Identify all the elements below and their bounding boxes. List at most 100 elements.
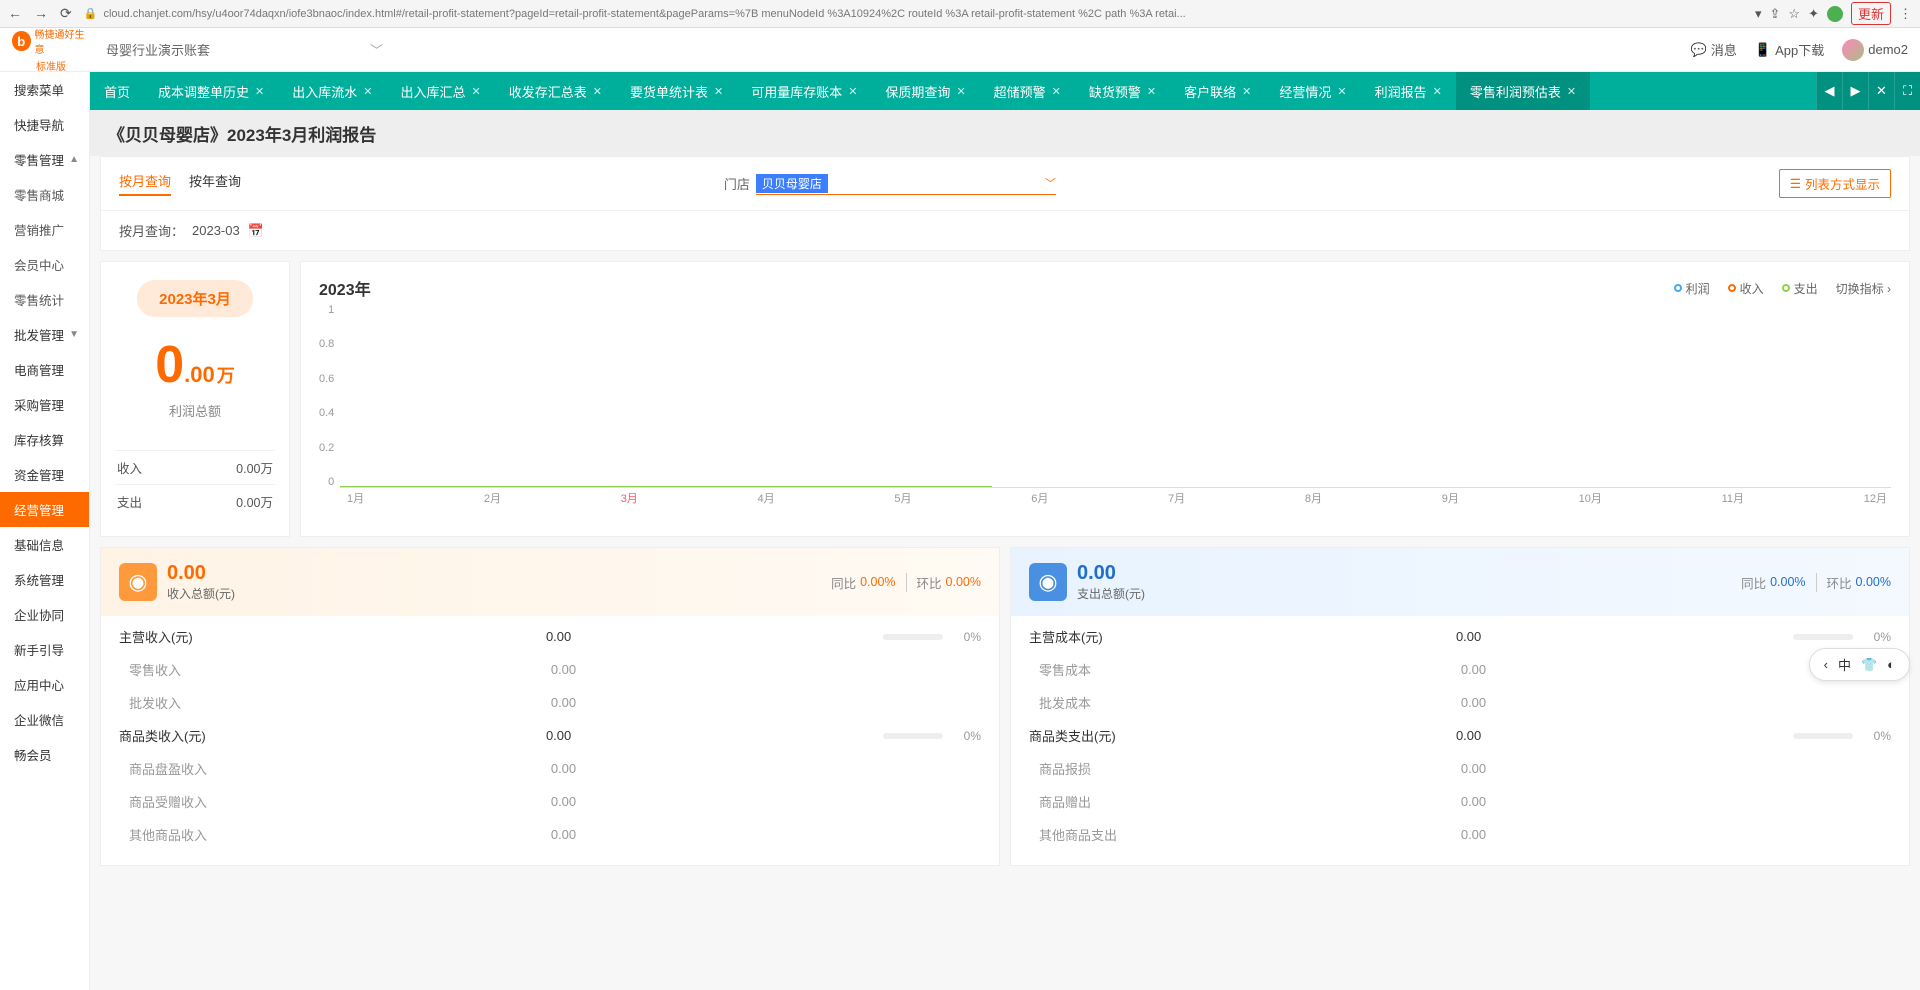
robot-icon[interactable]: ◐ [1887,657,1895,672]
sidebar-item[interactable]: 企业协同 [0,597,89,632]
close-icon[interactable]: ✕ [1147,85,1156,98]
update-button[interactable]: 更新 [1851,2,1891,25]
close-icon[interactable]: ✕ [1052,85,1061,98]
sidebar-item[interactable]: 经营管理 [0,492,89,527]
sidebar-item[interactable]: 会员中心 [0,247,89,282]
tabs-expand-button[interactable]: ⛶ [1894,72,1920,110]
phone-icon: 📱 [1755,42,1771,58]
profit-label: 利润总额 [169,401,221,420]
close-icon[interactable]: ✕ [1567,85,1576,98]
income-label: 收入总额(元) [167,585,235,602]
sidebar-item[interactable]: 零售管理▲ [0,142,89,177]
legend-income[interactable]: 收入 [1728,280,1764,297]
income-amount: 0.00 [167,562,235,585]
url-bar[interactable]: cloud.chanjet.com/hsy/u4oor74daqxn/iofe3… [103,8,1755,20]
legend-profit[interactable]: 利润 [1674,280,1710,297]
float-toolbar[interactable]: ‹ 中 👕 ◐ [1809,648,1910,681]
lang-button[interactable]: 中 [1838,655,1851,674]
sidebar-item[interactable]: 批发管理▼ [0,317,89,352]
download-button[interactable]: 📱App下载 [1755,40,1824,59]
close-icon[interactable]: ✕ [363,85,372,98]
list-view-button[interactable]: ☰ 列表方式显示 [1779,169,1891,198]
tab[interactable]: 零售利润预估表✕ [1456,72,1590,110]
tab[interactable]: 保质期查询✕ [871,72,979,110]
share-icon[interactable]: ⇪ [1770,6,1781,22]
tab[interactable]: 成本调整单历史✕ [144,72,278,110]
store-select[interactable]: 门店 贝贝母婴店 ﹀ [724,173,1056,195]
sidebar-item[interactable]: 搜索菜单 [0,72,89,107]
tabs-close-button[interactable]: ✕ [1868,72,1894,110]
tab[interactable]: 利润报告✕ [1361,72,1456,110]
income-yoy: 同比0.00% [831,573,895,592]
shirt-icon[interactable]: 👕 [1861,657,1877,673]
expense-yoy: 同比0.00% [1741,573,1805,592]
detail-row: 零售成本0.00 [1029,653,1891,686]
message-button[interactable]: 💬消息 [1691,40,1737,59]
filter-card: 按月查询 按年查询 门店 贝贝母婴店 ﹀ ☰ 列表方式显示 按月查询： 202 [100,156,1910,251]
sidebar-item[interactable]: 资金管理 [0,457,89,492]
calendar-icon[interactable]: 📅 [248,223,264,239]
query-tabs: 按月查询 按年查询 [119,171,241,196]
tab[interactable]: 经营情况✕ [1265,72,1360,110]
close-icon[interactable]: ✕ [1337,85,1346,98]
sidebar-item[interactable]: 快捷导航 [0,107,89,142]
tabs-bar: 首页成本调整单历史✕出入库流水✕出入库汇总✕收发存汇总表✕要货单统计表✕可用量库… [90,72,1920,110]
nav-back-icon[interactable]: ← [8,5,22,22]
sidebar-item[interactable]: 企业微信 [0,702,89,737]
sidebar-item[interactable]: 零售统计 [0,282,89,317]
nav-forward-icon[interactable]: → [34,5,48,22]
month-query-value[interactable]: 2023-03 [192,223,240,238]
sidebar-item[interactable]: 新手引导 [0,632,89,667]
list-icon: ☰ [1790,176,1801,191]
logo[interactable]: b畅捷通好生意 标准版 [12,26,90,73]
float-collapse-icon[interactable]: ‹ [1824,657,1828,672]
close-icon[interactable]: ✕ [848,85,857,98]
nav-reload-icon[interactable]: ⟳ [60,5,72,22]
tab[interactable]: 要货单统计表✕ [616,72,737,110]
sidebar-item[interactable]: 基础信息 [0,527,89,562]
close-icon[interactable]: ✕ [714,85,723,98]
tab[interactable]: 缺货预警✕ [1075,72,1170,110]
sidebar-item[interactable]: 电商管理 [0,352,89,387]
close-icon[interactable]: ✕ [956,85,965,98]
query-tab-year[interactable]: 按年查询 [189,171,241,196]
puzzle-icon[interactable]: ✦ [1808,6,1819,22]
sidebar-item[interactable]: 采购管理 [0,387,89,422]
x-tick: 5月 [894,490,911,506]
profile-icon[interactable] [1827,6,1843,22]
sidebar-item[interactable]: 库存核算 [0,422,89,457]
query-tab-month[interactable]: 按月查询 [119,171,171,196]
tab[interactable]: 超储预警✕ [980,72,1075,110]
legend-expense[interactable]: 支出 [1782,280,1818,297]
tab[interactable]: 出入库汇总✕ [386,72,494,110]
close-icon[interactable]: ✕ [593,85,602,98]
tabs-prev-button[interactable]: ◀ [1816,72,1842,110]
switch-indicator-button[interactable]: 切换指标 › [1836,280,1891,297]
account-select[interactable]: 母婴行业演示账套 ﹀ [106,40,383,59]
detail-row: 零售收入0.00 [119,653,981,686]
tab[interactable]: 可用量库存账本✕ [737,72,871,110]
tab[interactable]: 收发存汇总表✕ [495,72,616,110]
tab[interactable]: 客户联络✕ [1170,72,1265,110]
detail-row: 其他商品收入0.00 [119,818,981,851]
sidebar-item[interactable]: 营销推广 [0,212,89,247]
ext-icon[interactable]: ▾ [1755,6,1762,22]
detail-row: 商品盘盈收入0.00 [119,752,981,785]
close-icon[interactable]: ✕ [472,85,481,98]
sidebar-item[interactable]: 应用中心 [0,667,89,702]
close-icon[interactable]: ✕ [1433,85,1442,98]
income-icon: ◉ [119,563,157,601]
menu-icon[interactable]: ⋮ [1899,6,1912,22]
close-icon[interactable]: ✕ [1242,85,1251,98]
profit-total: 0 .00 万 [155,335,235,395]
sidebar-item[interactable]: 零售商城 [0,177,89,212]
star-icon[interactable]: ☆ [1788,6,1800,22]
sidebar-item[interactable]: 畅会员 [0,737,89,772]
expense-row: 支出0.00万 [115,484,275,518]
tabs-next-button[interactable]: ▶ [1842,72,1868,110]
user-menu[interactable]: demo2 [1842,39,1908,61]
tab[interactable]: 出入库流水✕ [278,72,386,110]
close-icon[interactable]: ✕ [255,85,264,98]
sidebar-item[interactable]: 系统管理 [0,562,89,597]
tab[interactable]: 首页 [90,72,144,110]
